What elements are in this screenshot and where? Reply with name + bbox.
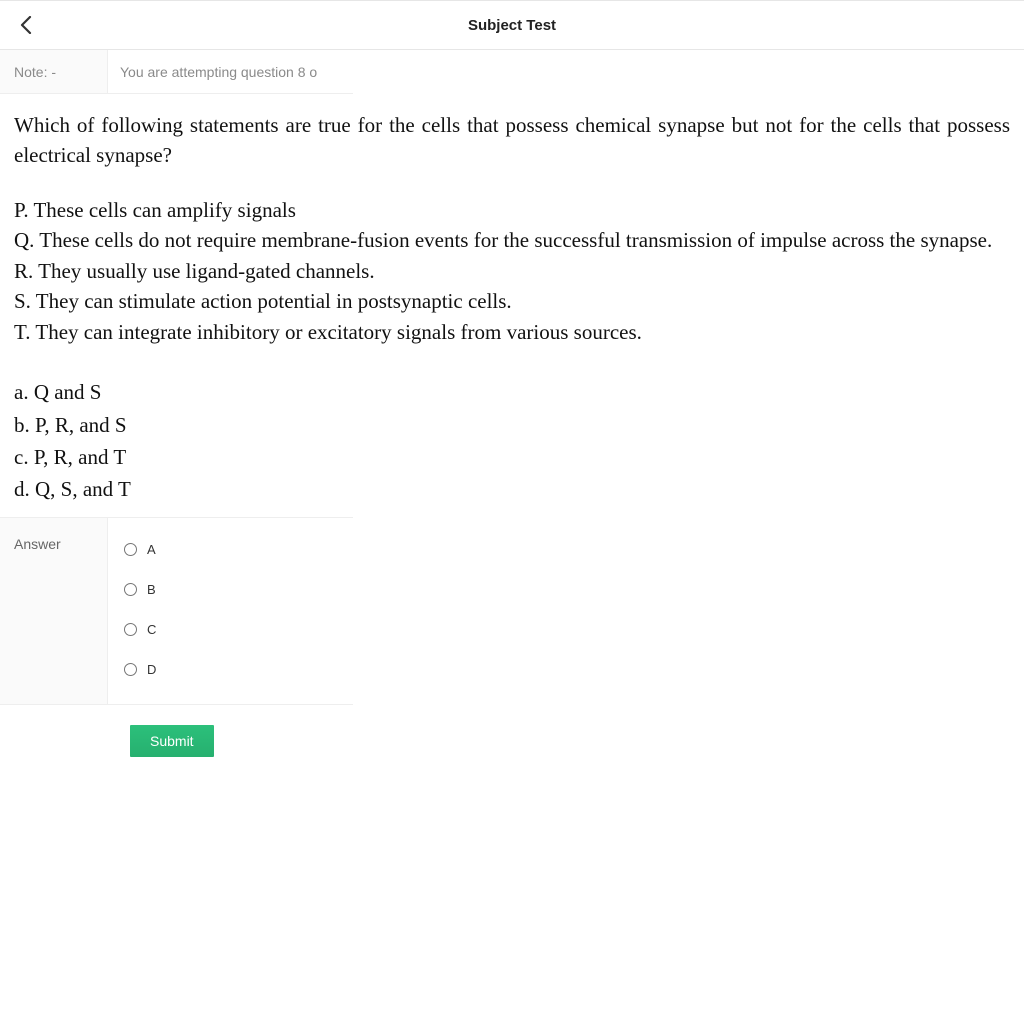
question-options: a. Q and S b. P, R, and S c. P, R, and T… bbox=[14, 377, 1010, 505]
answer-choice-b[interactable]: B bbox=[124, 570, 353, 610]
radio-a[interactable] bbox=[124, 543, 137, 556]
option-c: c. P, R, and T bbox=[14, 442, 1010, 472]
question-stem: Which of following statements are true f… bbox=[14, 110, 1010, 171]
answer-choice-c[interactable]: C bbox=[124, 610, 353, 650]
submit-wrap: Submit bbox=[0, 705, 1024, 757]
question-statements: P. These cells can amplify signals Q. Th… bbox=[14, 195, 1010, 347]
radio-c[interactable] bbox=[124, 623, 137, 636]
note-label: Note: - bbox=[0, 50, 108, 94]
statement-r: R. They usually use ligand-gated channel… bbox=[14, 256, 1010, 286]
submit-button[interactable]: Submit bbox=[130, 725, 214, 757]
choice-label-c: C bbox=[147, 622, 156, 637]
choice-label-a: A bbox=[147, 542, 156, 557]
statement-s: S. They can stimulate action potential i… bbox=[14, 286, 1010, 316]
option-b: b. P, R, and S bbox=[14, 410, 1010, 440]
statement-q: Q. These cells do not require membrane-f… bbox=[14, 225, 1010, 255]
statement-t: T. They can integrate inhibitory or exci… bbox=[14, 317, 1010, 347]
answer-row: Answer A B C D bbox=[0, 517, 1024, 705]
radio-d[interactable] bbox=[124, 663, 137, 676]
choice-label-b: B bbox=[147, 582, 156, 597]
answer-choices: A B C D bbox=[108, 517, 353, 705]
option-d: d. Q, S, and T bbox=[14, 474, 1010, 504]
answer-choice-a[interactable]: A bbox=[124, 530, 353, 570]
statement-p: P. These cells can amplify signals bbox=[14, 195, 1010, 225]
answer-choice-d[interactable]: D bbox=[124, 650, 353, 690]
back-icon[interactable] bbox=[14, 13, 38, 37]
radio-b[interactable] bbox=[124, 583, 137, 596]
question-area: Which of following statements are true f… bbox=[0, 94, 1024, 517]
answer-label: Answer bbox=[0, 517, 108, 705]
page-title: Subject Test bbox=[468, 17, 556, 34]
note-row: Note: - You are attempting question 8 o bbox=[0, 50, 1024, 94]
top-bar: Subject Test bbox=[0, 0, 1024, 50]
option-a: a. Q and S bbox=[14, 377, 1010, 407]
note-text: You are attempting question 8 o bbox=[108, 50, 353, 94]
choice-label-d: D bbox=[147, 662, 156, 677]
